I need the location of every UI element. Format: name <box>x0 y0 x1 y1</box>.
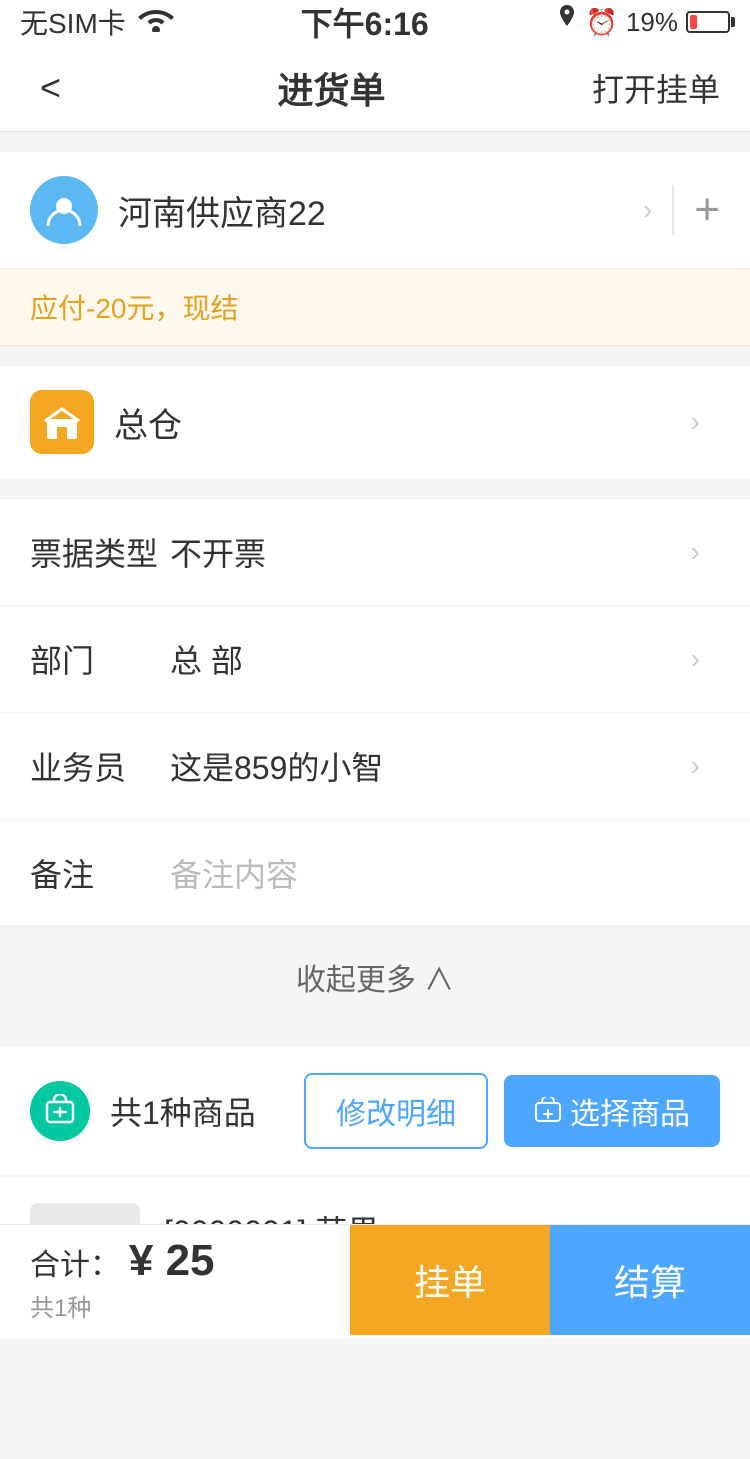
status-time: 下午6:16 <box>301 0 429 45</box>
page-title: 进货单 <box>71 62 592 114</box>
warehouse-name: 总仓 <box>114 398 691 447</box>
invoice-chevron-icon: › <box>691 536 700 568</box>
supplier-avatar <box>30 176 98 244</box>
carrier-text: 无SIM卡 <box>20 2 126 42</box>
product-header: 共1种商品 修改明细 选择商品 <box>0 1047 750 1176</box>
section-divider-1 <box>0 132 750 152</box>
supplier-divider <box>672 185 674 235</box>
bottom-bar: 合计： ¥ 25 共1种 挂单 结算 <box>0 1224 750 1334</box>
warehouse-chevron-icon: › <box>691 406 700 438</box>
total-count: 共1种 <box>30 1288 320 1323</box>
section-divider-3 <box>0 478 750 498</box>
status-right: ⏰ 19% <box>556 5 730 40</box>
supplier-chevron-icon: › <box>643 194 652 226</box>
collapse-more-button[interactable]: 收起更多 ∧ <box>0 926 750 1027</box>
product-count-icon <box>30 1081 90 1141</box>
status-bar: 无SIM卡 下午6:16 ⏰ 19% <box>0 0 750 44</box>
warehouse-icon <box>30 390 94 454</box>
open-hang-button[interactable]: 打开挂单 <box>592 65 720 111</box>
battery-icon <box>686 11 730 33</box>
invoice-type-row[interactable]: 票据类型 不开票 › <box>0 498 750 605</box>
sales-chevron-icon: › <box>691 750 700 782</box>
select-product-label: 选择商品 <box>570 1089 690 1133</box>
dept-row[interactable]: 部门 总 部 › <box>0 605 750 712</box>
sales-value: 这是859的小智 <box>170 743 691 789</box>
note-placeholder: 备注内容 <box>170 850 720 896</box>
sales-label: 业务员 <box>30 743 170 789</box>
total-section: 合计： ¥ 25 共1种 <box>0 1236 350 1323</box>
hang-button[interactable]: 挂单 <box>350 1225 550 1335</box>
section-divider-2 <box>0 346 750 366</box>
dept-value: 总 部 <box>170 636 691 682</box>
select-product-button[interactable]: 选择商品 <box>504 1075 720 1147</box>
sales-row[interactable]: 业务员 这是859的小智 › <box>0 712 750 819</box>
warehouse-row[interactable]: 总仓 › <box>0 366 750 478</box>
back-button[interactable]: < <box>30 57 71 119</box>
add-icon[interactable]: + <box>694 185 720 235</box>
alarm-icon: ⏰ <box>586 7 618 38</box>
modify-detail-button[interactable]: 修改明细 <box>304 1073 488 1149</box>
dept-label: 部门 <box>30 636 170 682</box>
total-amount: ¥ 25 <box>129 1236 215 1285</box>
total-label: 合计： <box>30 1249 120 1282</box>
dept-chevron-icon: › <box>691 643 700 675</box>
note-row[interactable]: 备注 备注内容 <box>0 819 750 926</box>
checkout-button[interactable]: 结算 <box>550 1225 750 1335</box>
invoice-value: 不开票 <box>170 529 691 575</box>
nav-bar: < 进货单 打开挂单 <box>0 44 750 132</box>
battery-text: 19% <box>626 7 678 38</box>
supplier-row[interactable]: 河南供应商22 › + <box>0 152 750 269</box>
total-row: 合计： ¥ 25 <box>30 1236 320 1286</box>
note-label: 备注 <box>30 850 170 896</box>
wifi-icon <box>138 6 174 39</box>
supplier-name: 河南供应商22 <box>118 186 643 235</box>
status-left: 无SIM卡 <box>20 2 174 42</box>
balance-notice: 应付-20元，现结 <box>0 269 750 346</box>
invoice-label: 票据类型 <box>30 529 170 575</box>
location-icon <box>556 5 578 40</box>
product-count-text: 共1种商品 <box>110 1088 304 1134</box>
